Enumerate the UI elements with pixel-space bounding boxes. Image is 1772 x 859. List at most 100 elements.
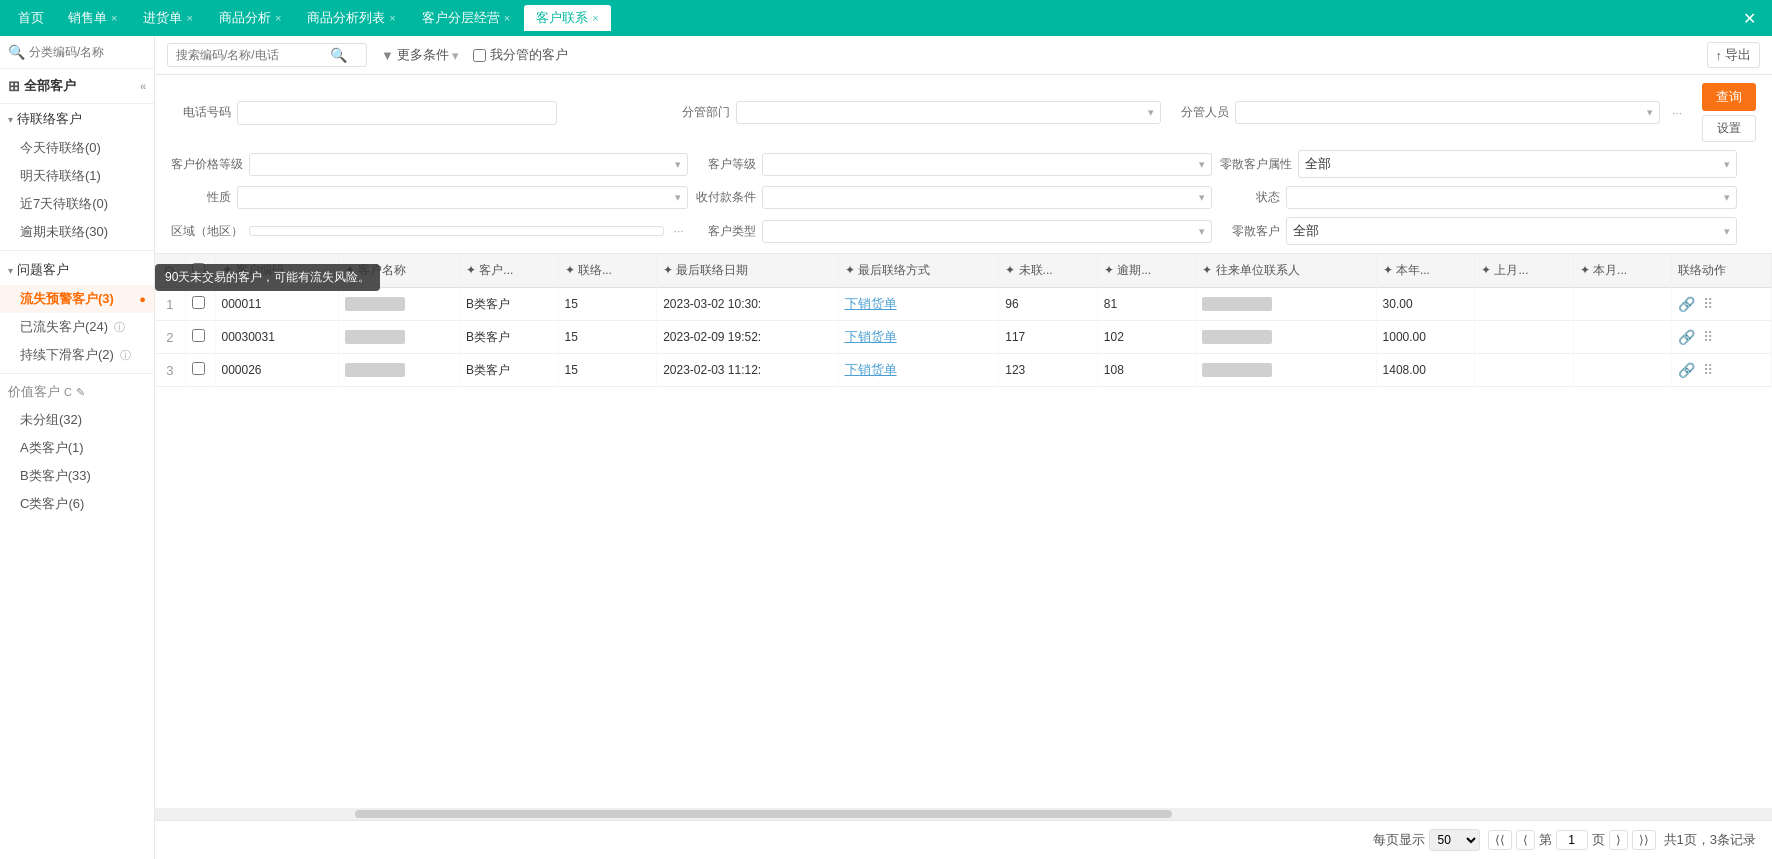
- sidebar-item-lost[interactable]: 已流失客户(24) ⓘ: [0, 313, 154, 341]
- region-more-icon[interactable]: ···: [670, 224, 688, 238]
- row2-select[interactable]: [192, 329, 205, 342]
- sidebar-item-overdue[interactable]: 逾期未联络(30): [0, 218, 154, 246]
- nature-label: 性质: [171, 189, 231, 206]
- main-search-icon[interactable]: 🔍: [330, 47, 347, 63]
- person-select[interactable]: ▾: [1235, 101, 1660, 124]
- warning-icon: ●: [139, 293, 146, 305]
- sidebar-search-input[interactable]: [29, 45, 155, 59]
- customer-type-select[interactable]: ▾: [762, 220, 1213, 243]
- main-search-input[interactable]: [176, 48, 326, 62]
- close-customer-tier-tab-icon[interactable]: ×: [504, 12, 510, 24]
- advanced-filter-panel: 电话号码 分管部门 ▾ 分管人员 ▾ ···: [155, 75, 1772, 254]
- page-input[interactable]: [1556, 830, 1588, 850]
- my-customer-checkbox[interactable]: [473, 49, 486, 62]
- data-table-area: ⚙ ✦ 客户编码 ✦ 客户名称 ✦ 客户... ✦ 联络... ✦ 最后联络日期…: [155, 254, 1772, 808]
- nature-select[interactable]: ▾: [237, 186, 688, 209]
- sidebar-item-ungroup[interactable]: 未分组(32): [0, 406, 154, 434]
- payment-chevron-icon: ▾: [1199, 191, 1205, 204]
- row3-last-month: [1475, 354, 1574, 387]
- row3-link-icon[interactable]: 🔗: [1678, 362, 1695, 378]
- row2-actions: 🔗 ⠿: [1672, 321, 1772, 354]
- price-level-select[interactable]: ▾: [249, 153, 688, 176]
- nav-tab-customer-contact[interactable]: 客户联系 ×: [524, 5, 610, 31]
- filter-bar: 🔍 ▼ 更多条件 ▾ 我分管的客户 ↑ 导出: [155, 36, 1772, 75]
- window-close-button[interactable]: ✕: [1735, 9, 1764, 28]
- sidebar-item-a-customer[interactable]: A类客户(1): [0, 434, 154, 462]
- content-area: 🔍 ▼ 更多条件 ▾ 我分管的客户 ↑ 导出 电话号码: [155, 36, 1772, 859]
- row2-last-date: 2023-02-09 19:52:: [657, 321, 838, 354]
- row1-checkbox[interactable]: [185, 288, 215, 321]
- row3-select[interactable]: [192, 362, 205, 375]
- per-page-select[interactable]: 50 100 200: [1429, 829, 1480, 851]
- nav-tab-sales[interactable]: 销售单 ×: [56, 5, 129, 31]
- person-label: 分管人员: [1169, 104, 1229, 121]
- customer-table: ⚙ ✦ 客户编码 ✦ 客户名称 ✦ 客户... ✦ 联络... ✦ 最后联络日期…: [155, 254, 1772, 387]
- close-sales-tab-icon[interactable]: ×: [111, 12, 117, 24]
- sidebar-item-churn-warning[interactable]: 流失预警客户(3) ●: [0, 285, 154, 313]
- row2-more-action-icon[interactable]: ⠿: [1703, 329, 1713, 345]
- close-analysis-tab-icon[interactable]: ×: [275, 12, 281, 24]
- first-page-btn[interactable]: ⟨⟨: [1488, 830, 1512, 850]
- row1-more-icon[interactable]: ···: [1668, 106, 1686, 120]
- sidebar-group-problem[interactable]: ▾ 问题客户: [0, 255, 154, 285]
- dept-select[interactable]: ▾: [736, 101, 1161, 124]
- close-analysis-list-tab-icon[interactable]: ×: [389, 12, 395, 24]
- horizontal-scrollbar[interactable]: [155, 808, 1772, 820]
- per-page-label: 每页显示: [1373, 831, 1425, 849]
- nav-tab-purchase[interactable]: 进货单 ×: [131, 5, 204, 31]
- customer-level-select[interactable]: ▾: [762, 153, 1213, 176]
- row3-last-method[interactable]: 下销货单: [838, 354, 999, 387]
- sidebar-item-declining[interactable]: 持续下滑客户(2) ⓘ: [0, 341, 154, 369]
- row1-this-month: [1573, 288, 1672, 321]
- action-buttons: 查询 设置: [1702, 83, 1756, 142]
- last-page-btn[interactable]: ⟩⟩: [1632, 830, 1656, 850]
- row1-link-icon[interactable]: 🔗: [1678, 296, 1695, 312]
- th-action: 联络动作: [1672, 254, 1772, 288]
- row1-more-action-icon[interactable]: ⠿: [1703, 296, 1713, 312]
- payment-select[interactable]: ▾: [762, 186, 1213, 209]
- next-page-btn[interactable]: ⟩: [1609, 830, 1628, 850]
- row1-contact: 15: [558, 288, 657, 321]
- table-row: 2 00030031 B类客户 15 2023-02-09 19:52: 下销货…: [155, 321, 1772, 354]
- field-status: 状态 ▾: [1220, 186, 1737, 209]
- close-purchase-tab-icon[interactable]: ×: [186, 12, 192, 24]
- nav-tab-analysis-list[interactable]: 商品分析列表 ×: [295, 5, 407, 31]
- sidebar-item-7days[interactable]: 近7天待联络(0): [0, 190, 154, 218]
- row2-checkbox[interactable]: [185, 321, 215, 354]
- row1-last-method[interactable]: 下销货单: [838, 288, 999, 321]
- row1-overdue: 81: [1097, 288, 1196, 321]
- query-button[interactable]: 查询: [1702, 83, 1756, 111]
- scrollbar-thumb[interactable]: [355, 810, 1172, 818]
- prev-page-btn[interactable]: ⟨: [1516, 830, 1535, 850]
- nav-tab-customer-tier[interactable]: 客户分层经营 ×: [410, 5, 522, 31]
- edit-icon[interactable]: C: [64, 386, 72, 398]
- filter-icon: ▼: [381, 48, 394, 63]
- nav-tab-analysis[interactable]: 商品分析 ×: [207, 5, 293, 31]
- nav-home[interactable]: 首页: [8, 5, 54, 31]
- sidebar-item-b-customer[interactable]: B类客户(33): [0, 462, 154, 490]
- row2-last-method[interactable]: 下销货单: [838, 321, 999, 354]
- row3-checkbox[interactable]: [185, 354, 215, 387]
- close-customer-contact-tab-icon[interactable]: ×: [592, 12, 598, 24]
- sidebar-group-pending[interactable]: ▾ 待联络客户: [0, 104, 154, 134]
- row3-more-action-icon[interactable]: ⠿: [1703, 362, 1713, 378]
- sidebar: 🔍 ⊞ 全部客户 « ▾ 待联络客户 今天待联络(0) 明天待联络(1) 近7天…: [0, 36, 155, 859]
- row1-select[interactable]: [192, 296, 205, 309]
- sidebar-item-today[interactable]: 今天待联络(0): [0, 134, 154, 162]
- sidebar-all-customer[interactable]: ⊞ 全部客户 «: [0, 69, 154, 104]
- table-header-row: ⚙ ✦ 客户编码 ✦ 客户名称 ✦ 客户... ✦ 联络... ✦ 最后联络日期…: [155, 254, 1772, 288]
- filter-row-1: 电话号码 分管部门 ▾ 分管人员 ▾ ···: [171, 83, 1756, 142]
- phone-input[interactable]: [237, 101, 557, 125]
- region-select[interactable]: [249, 226, 664, 236]
- export-button[interactable]: ↑ 导出: [1707, 42, 1761, 68]
- more-conditions-btn[interactable]: ▼ 更多条件 ▾: [375, 43, 465, 67]
- row2-link-icon[interactable]: 🔗: [1678, 329, 1695, 345]
- edit2-icon[interactable]: ✎: [76, 386, 85, 399]
- zero-property-select[interactable]: 全部 ▾: [1298, 150, 1737, 178]
- zero-customer-select[interactable]: 全部 ▾: [1286, 217, 1737, 245]
- sidebar-item-c-customer[interactable]: C类客户(6): [0, 490, 154, 518]
- sidebar-item-tomorrow[interactable]: 明天待联络(1): [0, 162, 154, 190]
- total-label: 共1页，3条记录: [1664, 831, 1756, 849]
- status-select[interactable]: ▾: [1286, 186, 1737, 209]
- settings-button[interactable]: 设置: [1702, 115, 1756, 142]
